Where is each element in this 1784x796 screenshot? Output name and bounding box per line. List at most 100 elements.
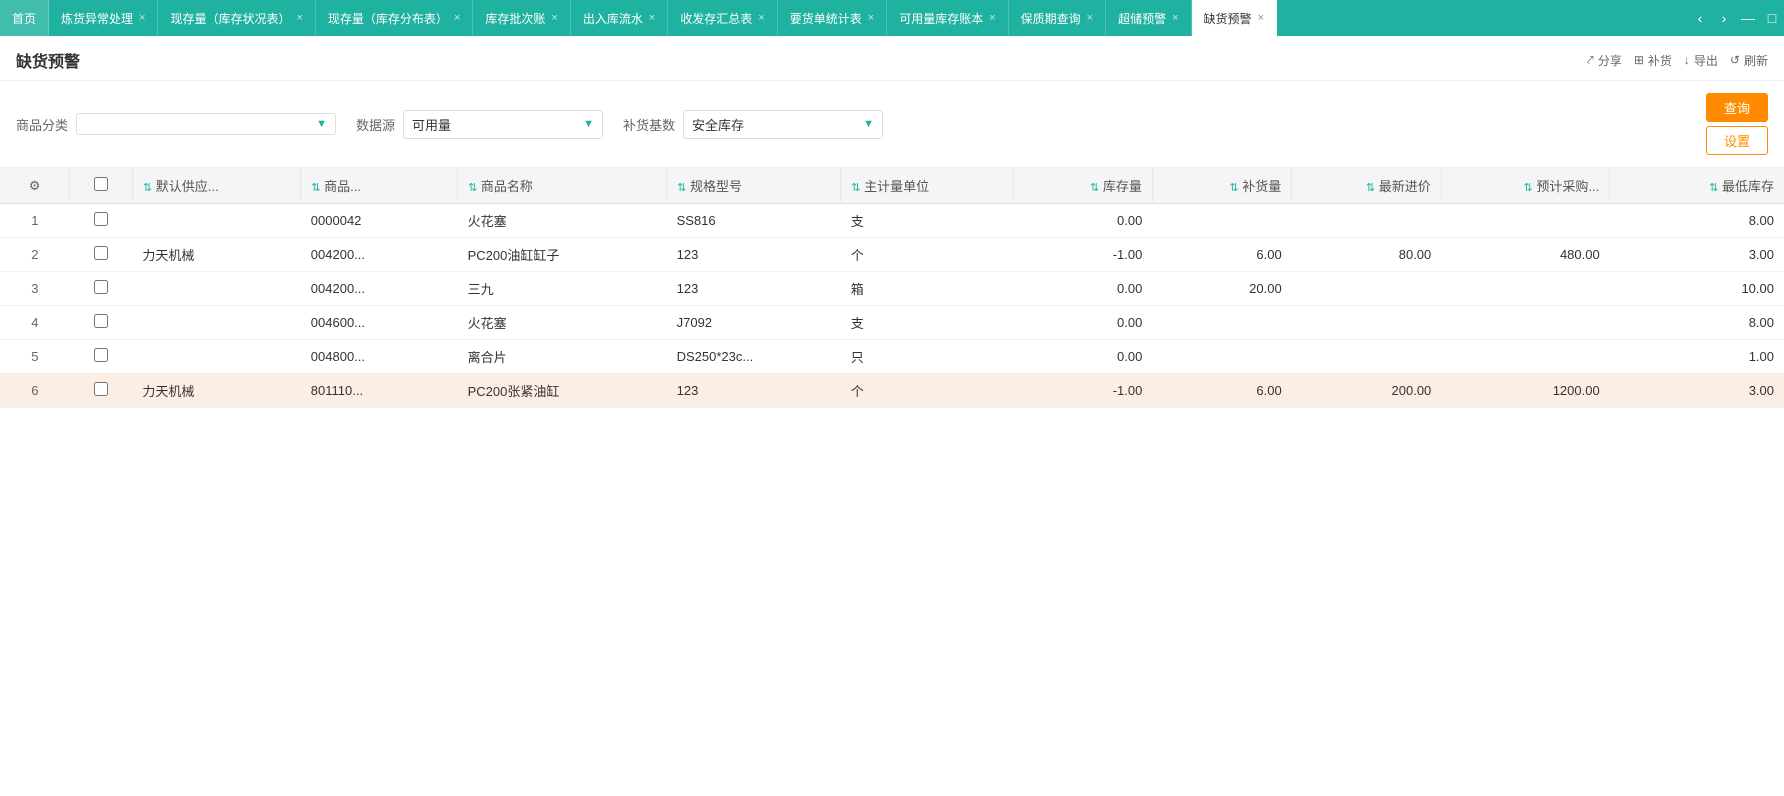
row-replenish: 6.00: [1152, 238, 1291, 272]
row-price: [1292, 306, 1442, 340]
tab-stock-status[interactable]: 现存量（库存状况表） ×: [158, 0, 315, 36]
close-tab-batch[interactable]: ×: [551, 12, 557, 24]
sort-minstock-icon: ⇅: [1709, 182, 1718, 194]
row-price: [1292, 340, 1442, 374]
table-header-row: ⚙ ⇅ 默认供应... ⇅ 商品... ⇅ 商品名称: [0, 168, 1784, 204]
tab-overstock[interactable]: 超储预警 ×: [1106, 0, 1191, 36]
row-index: 3: [0, 272, 70, 306]
table-row: 3 004200... 三九 123 箱 0.00 20.00 10.00: [0, 272, 1784, 306]
close-tab-overstock[interactable]: ×: [1172, 12, 1178, 24]
row-checkbox[interactable]: [94, 314, 108, 328]
row-price: [1292, 204, 1442, 238]
tab-stock-dist[interactable]: 现存量（库存分布表） ×: [316, 0, 473, 36]
table-body: 1 0000042 火花塞 SS816 支 0.00 8.00 2 力天机械 0…: [0, 204, 1784, 408]
category-filter-group: 商品分类 ▼: [16, 113, 336, 135]
tab-collect[interactable]: 收发存汇总表 ×: [668, 0, 777, 36]
row-checkbox[interactable]: [94, 212, 108, 226]
tab-demand[interactable]: 要货单统计表 ×: [778, 0, 887, 36]
settings-button[interactable]: 设置: [1706, 126, 1768, 155]
close-tab-inout[interactable]: ×: [649, 12, 655, 24]
row-replenish: [1152, 306, 1291, 340]
tab-shortage[interactable]: 缺货预警 ×: [1192, 0, 1277, 36]
col-header-spec: ⇅ 规格型号: [667, 168, 841, 204]
row-checkbox[interactable]: [94, 382, 108, 396]
window-maximize-btn[interactable]: □: [1760, 10, 1784, 26]
tab-available[interactable]: 可用量库存账本 ×: [887, 0, 1008, 36]
close-tab-exception[interactable]: ×: [139, 12, 145, 24]
replenish-button[interactable]: ⊞ 补货: [1634, 52, 1672, 69]
tab-exception[interactable]: 炼货异常处理 ×: [49, 0, 158, 36]
row-unit: 支: [841, 204, 1013, 238]
row-supplier: [132, 204, 300, 238]
sort-price-icon: ⇅: [1366, 182, 1375, 194]
row-checkbox-cell: [70, 238, 133, 272]
row-index: 1: [0, 204, 70, 238]
window-minimize-btn[interactable]: —: [1736, 10, 1760, 26]
row-name: 离合片: [458, 340, 667, 374]
tab-batch[interactable]: 库存批次账 ×: [473, 0, 570, 36]
row-name: 火花塞: [458, 204, 667, 238]
row-unit: 箱: [841, 272, 1013, 306]
header-actions: ⤤ 分享 ⊞ 补货 ↓ 导出 ↺ 刷新: [1587, 52, 1768, 69]
row-stock: 0.00: [1013, 272, 1152, 306]
share-icon: ⤤: [1587, 53, 1594, 68]
row-checkbox-cell: [70, 340, 133, 374]
gear-icon[interactable]: ⚙: [29, 178, 41, 193]
export-button[interactable]: ↓ 导出: [1684, 52, 1718, 69]
close-tab-demand[interactable]: ×: [868, 12, 874, 24]
row-price: 80.00: [1292, 238, 1442, 272]
table-row: 1 0000042 火花塞 SS816 支 0.00 8.00: [0, 204, 1784, 238]
query-button[interactable]: 查询: [1706, 93, 1768, 122]
replenish-icon: ⊞: [1634, 53, 1644, 67]
tab-inout[interactable]: 出入库流水 ×: [571, 0, 668, 36]
refresh-button[interactable]: ↺ 刷新: [1730, 52, 1768, 69]
row-stock: -1.00: [1013, 374, 1152, 408]
sort-code-icon: ⇅: [311, 182, 320, 194]
row-checkbox[interactable]: [94, 280, 108, 294]
row-code: 004800...: [301, 340, 458, 374]
row-unit: 只: [841, 340, 1013, 374]
replenish-base-select[interactable]: 安全库存 ▼: [683, 110, 883, 139]
row-price: [1292, 272, 1442, 306]
filter-row: 商品分类 ▼ 数据源 可用量 ▼ 补货基数 安全库存 ▼ 查询 设置: [0, 81, 1784, 168]
row-minstock: 10.00: [1610, 272, 1784, 306]
row-code: 004200...: [301, 238, 458, 272]
row-index: 2: [0, 238, 70, 272]
tab-home[interactable]: 首页: [0, 0, 49, 36]
sort-spec-icon: ⇅: [677, 182, 686, 194]
row-replenish: [1152, 204, 1291, 238]
row-purchase: [1441, 306, 1609, 340]
datasource-label: 数据源: [356, 115, 395, 134]
row-spec: SS816: [667, 204, 841, 238]
filter-actions: 查询 设置: [1706, 93, 1768, 155]
close-tab-stock-dist[interactable]: ×: [454, 12, 460, 24]
share-button[interactable]: ⤤ 分享: [1587, 52, 1622, 69]
table-row: 5 004800... 离合片 DS250*23c... 只 0.00 1.00: [0, 340, 1784, 374]
row-checkbox[interactable]: [94, 246, 108, 260]
col-header-minstock: ⇅ 最低库存: [1610, 168, 1784, 204]
close-tab-expiry[interactable]: ×: [1087, 12, 1093, 24]
close-tab-collect[interactable]: ×: [758, 12, 764, 24]
table-row: 4 004600... 火花塞 J7092 支 0.00 8.00: [0, 306, 1784, 340]
datasource-filter-group: 数据源 可用量 ▼: [356, 110, 603, 139]
close-tab-shortage[interactable]: ×: [1258, 12, 1264, 24]
tab-prev-btn[interactable]: ‹: [1688, 10, 1712, 26]
select-all-checkbox[interactable]: [94, 177, 108, 191]
row-index: 5: [0, 340, 70, 374]
row-checkbox[interactable]: [94, 348, 108, 362]
row-index: 4: [0, 306, 70, 340]
row-unit: 个: [841, 238, 1013, 272]
close-tab-available[interactable]: ×: [989, 12, 995, 24]
sort-unit-icon: ⇅: [851, 182, 860, 194]
row-unit: 个: [841, 374, 1013, 408]
close-tab-stock-status[interactable]: ×: [296, 12, 302, 24]
tab-next-btn[interactable]: ›: [1712, 10, 1736, 26]
category-select[interactable]: ▼: [76, 113, 336, 135]
row-purchase: [1441, 204, 1609, 238]
row-supplier: [132, 340, 300, 374]
datasource-select[interactable]: 可用量 ▼: [403, 110, 603, 139]
tab-expiry[interactable]: 保质期查询 ×: [1009, 0, 1106, 36]
row-purchase: [1441, 272, 1609, 306]
row-stock: 0.00: [1013, 340, 1152, 374]
sort-replenish-icon: ⇅: [1229, 182, 1238, 194]
